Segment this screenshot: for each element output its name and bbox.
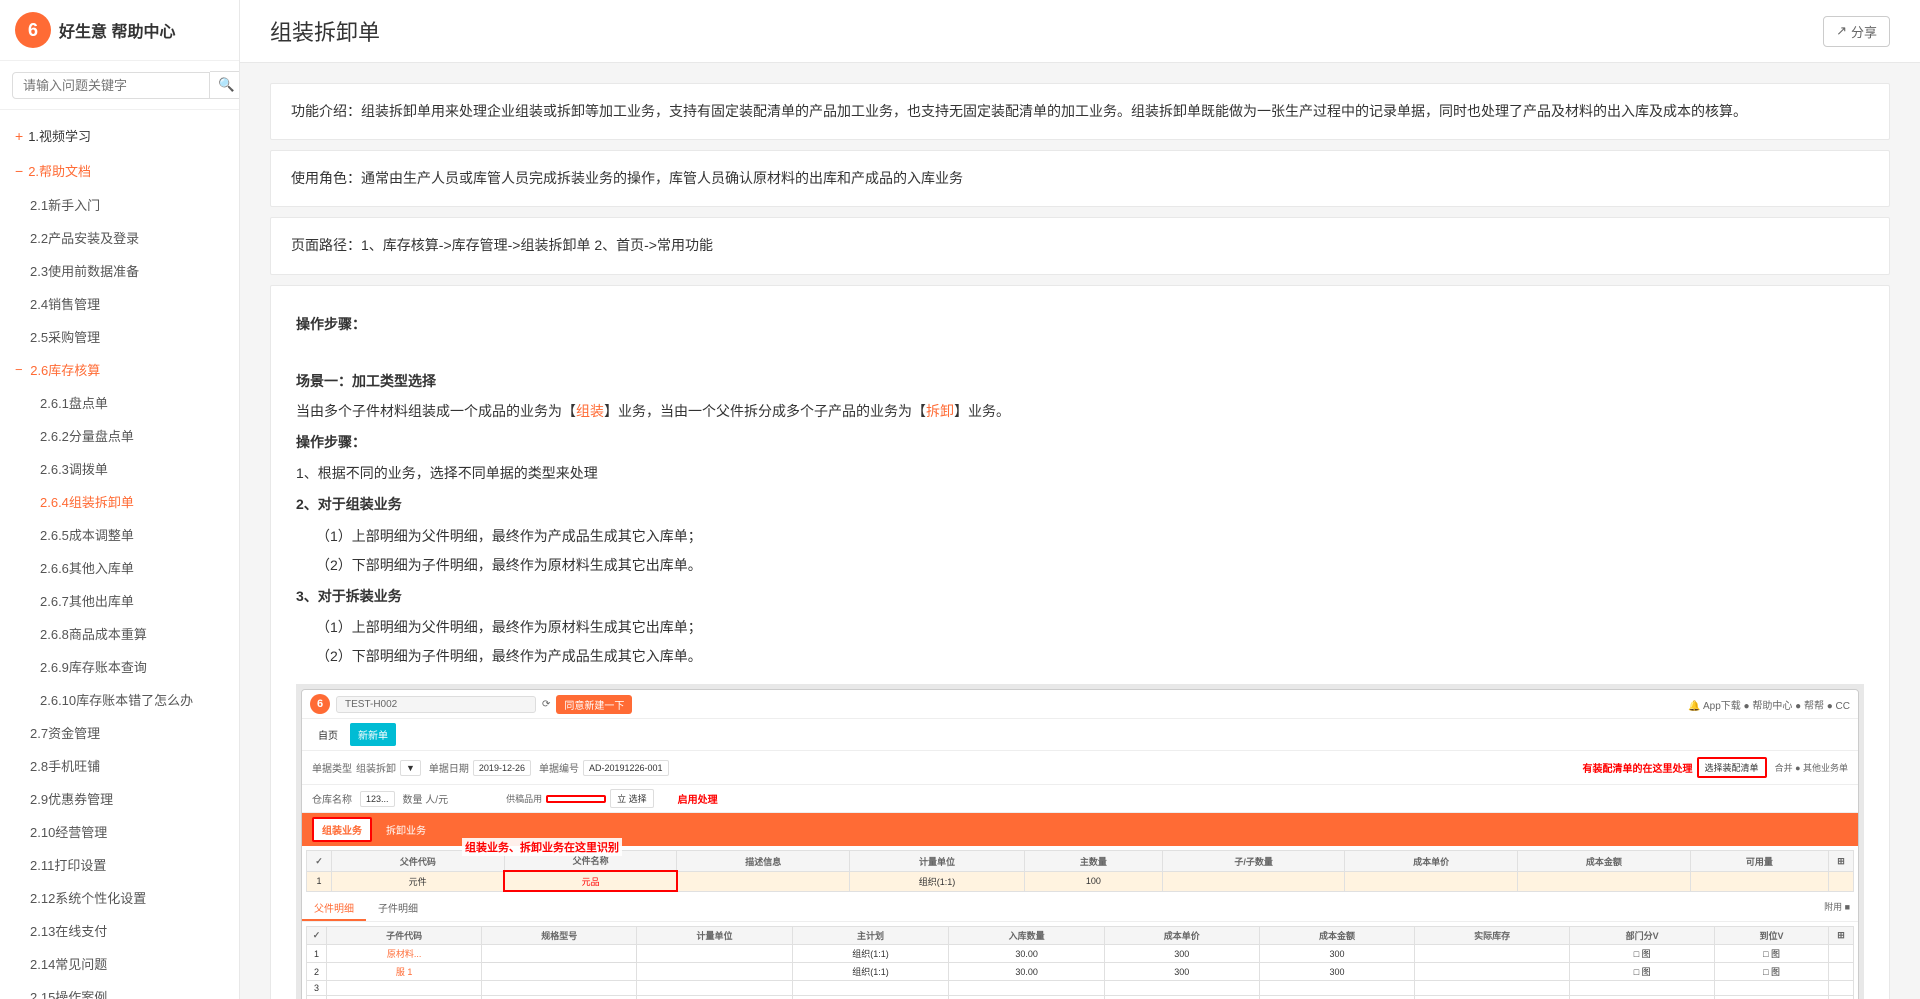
sidebar-item-custom[interactable]: 2.12系统个性化设置: [0, 881, 239, 914]
sidebar-item-install[interactable]: 2.2产品安装及登录: [0, 221, 239, 254]
ss-nav-new[interactable]: 新新单: [350, 723, 396, 746]
sidebar-item-coupon[interactable]: 2.9优惠券管理: [0, 782, 239, 815]
screenshot-container: 6 TEST-H002 ⟳ 同意新建一下 🔔 App下载 ● 帮助中心 ● 帮帮…: [296, 684, 1864, 999]
search-button[interactable]: 🔍: [210, 71, 240, 99]
annotation-type: 组装业务、拆卸业务在这里识别: [462, 838, 622, 856]
ss-refresh: ⟳: [542, 699, 550, 710]
ss-sub-table-container: ✓ 子件代码 规格型号 计量单位 主计划 入库数量 成本单价 成本金额 实际库存: [302, 922, 1858, 999]
sidebar-item-other-out[interactable]: 2.6.7其他出库单: [0, 584, 239, 617]
share-icon: ↗: [1836, 23, 1847, 39]
page-title: 组装拆卸单: [270, 15, 380, 47]
sidebar-item-purchase[interactable]: 2.5采购管理: [0, 320, 239, 353]
sidebar-item-stocktake[interactable]: 2.6.1盘点单: [0, 386, 239, 419]
intro-block: 功能介绍：组装拆卸单用来处理企业组装或拆卸等加工业务，支持有固定装配清单的产品加…: [270, 83, 1890, 140]
steps-sub-label: 操作步骤：: [296, 434, 366, 450]
sidebar-item-other-in[interactable]: 2.6.6其他入库单: [0, 551, 239, 584]
main-content: 组装拆卸单 ↗ 分享 功能介绍：组装拆卸单用来处理企业组装或拆卸等加工业务，支持…: [240, 0, 1920, 999]
search-input[interactable]: [12, 72, 210, 99]
sidebar-item-assembly[interactable]: 2.6.4组装拆卸单: [0, 485, 239, 518]
sidebar-item-video[interactable]: + 1.视频学习: [0, 118, 239, 153]
path-text: 页面路径：1、库存核算->库存管理->组装拆卸单 2、首页->常用功能: [291, 237, 713, 253]
scenario1-desc: 当由多个子件材料组装成一个成品的业务为【组装】业务，当由一个父件拆分成多个子产品…: [296, 399, 1864, 424]
ss-url-bar: TEST-H002: [336, 696, 536, 713]
role-block: 使用角色：通常由生产人员或库管人员完成拆装业务的操作，库管人员确认原材料的出库和…: [270, 150, 1890, 207]
share-button[interactable]: ↗ 分享: [1823, 16, 1890, 47]
ss-tab-parent[interactable]: 父件明细: [302, 896, 366, 921]
intro-text: 功能介绍：组装拆卸单用来处理企业组装或拆卸等加工业务，支持有固定装配清单的产品加…: [291, 103, 1747, 119]
ss-nav: 自页 新新单: [302, 719, 1858, 751]
ss-disassembly-tab[interactable]: 拆卸业务: [378, 819, 434, 840]
sidebar: 6 好生意 帮助中心 🔍 + 1.视频学习 − 2.帮助文档 2.1新手入门: [0, 0, 240, 999]
steps-label: 操作步骤：: [296, 316, 366, 332]
sidebar-item-cost-recalc[interactable]: 2.6.8商品成本重算: [0, 617, 239, 650]
ss-form-date: 单据日期 2019-12-26: [429, 760, 531, 776]
step2-sub2: （2）下部明细为子件明细，最终作为原材料生成其它出库单。: [296, 553, 1864, 578]
minus-sub-icon: −: [15, 362, 23, 377]
path-block: 页面路径：1、库存核算->库存管理->组装拆卸单 2、首页->常用功能: [270, 217, 1890, 274]
annotation-bom: 有装配清单的在这里处理: [1583, 760, 1693, 775]
role-text: 使用角色：通常由生产人员或库管人员完成拆装业务的操作，库管人员确认原材料的出库和…: [291, 170, 963, 186]
search-box[interactable]: 🔍: [0, 61, 239, 110]
sidebar-item-split-stocktake[interactable]: 2.6.2分量盘点单: [0, 419, 239, 452]
ss-bottom-tabs: 父件明细 子件明细 附用 ■: [302, 896, 1858, 922]
step2-sub1: （1）上部明细为父件明细，最终作为产成品生成其它入库单；: [296, 524, 1864, 549]
ss-child-table: ✓ 子件代码 规格型号 计量单位 主计划 入库数量 成本单价 成本金额 实际库存: [306, 926, 1854, 999]
sidebar-item-inventory[interactable]: − 2.6库存核算: [0, 353, 239, 386]
sidebar-item-docs[interactable]: − 2.帮助文档: [0, 153, 239, 188]
sidebar-item-ops[interactable]: 2.10经营管理: [0, 815, 239, 848]
annotation-enable: 启用处理: [678, 791, 718, 806]
step1: 1、根据不同的业务，选择不同单据的类型来处理: [296, 461, 1864, 486]
ss-icons: 🔔 App下载 ● 帮助中心 ● 帮帮 ● CC: [1688, 697, 1850, 712]
ss-type-dropdown[interactable]: ▼: [400, 760, 421, 776]
step2-label: 2、对于组装业务: [296, 496, 402, 512]
step3-sub2: （2）下部明细为子件明细，最终作为产成品生成其它入库单。: [296, 644, 1864, 669]
ss-select-bom[interactable]: 选择装配清单: [1697, 757, 1767, 778]
ss-nav-home[interactable]: 自页: [310, 723, 346, 746]
ss-enable-field[interactable]: [546, 795, 606, 803]
ss-parent-table: ✓ 父件代码 父件名称 描述信息 计量单位 主数量 子/子数量 成本单价 成本金…: [306, 850, 1854, 892]
sidebar-item-ledger-fix[interactable]: 2.6.10库存账本错了怎么办: [0, 683, 239, 716]
nav-section-video: + 1.视频学习: [0, 118, 239, 153]
minus-icon: −: [15, 163, 23, 179]
sidebar-item-new-user[interactable]: 2.1新手入门: [0, 188, 239, 221]
sidebar-item-sales[interactable]: 2.4销售管理: [0, 287, 239, 320]
ss-tab-extra: 附用 ■: [1816, 896, 1858, 921]
app-title: 好生意 帮助中心: [59, 18, 175, 42]
ss-new-btn: 同意新建一下: [556, 695, 632, 714]
ss-assembly-tab[interactable]: 组装业务: [312, 817, 372, 842]
sidebar-item-cost-adjust[interactable]: 2.6.5成本调整单: [0, 518, 239, 551]
step3-label: 3、对于拆装业务: [296, 588, 402, 604]
ss-tab-child[interactable]: 子件明细: [366, 896, 430, 921]
ss-topbar: 6 TEST-H002 ⟳ 同意新建一下 🔔 App下载 ● 帮助中心 ● 帮帮…: [302, 690, 1858, 719]
step3-sub1: （1）上部明细为父件明细，最终作为原材料生成其它出库单；: [296, 615, 1864, 640]
ss-parent-name-field[interactable]: 元品: [582, 877, 600, 887]
ss-form-code: 单据编号 AD-20191226-001: [539, 760, 669, 776]
sidebar-item-finance[interactable]: 2.7资金管理: [0, 716, 239, 749]
ss-logo: 6: [310, 694, 330, 714]
ss-process-btn[interactable]: 立 选择: [610, 789, 654, 808]
nav-list: + 1.视频学习 − 2.帮助文档 2.1新手入门 2.2产品安装及登录 2.3…: [0, 110, 239, 999]
sidebar-item-payment[interactable]: 2.13在线支付: [0, 914, 239, 947]
sidebar-item-print[interactable]: 2.11打印设置: [0, 848, 239, 881]
scenario1-label: 场景一：加工类型选择: [296, 371, 1864, 391]
nav-section-docs: − 2.帮助文档 2.1新手入门 2.2产品安装及登录 2.3使用前数据准备 2…: [0, 153, 239, 999]
sidebar-item-transfer[interactable]: 2.6.3调拨单: [0, 452, 239, 485]
content-header: 组装拆卸单 ↗ 分享: [240, 0, 1920, 63]
plus-icon: +: [15, 128, 23, 144]
ss-form-type: 单据类型 组装拆卸 ▼: [312, 760, 421, 776]
screenshot-inner: 6 TEST-H002 ⟳ 同意新建一下 🔔 App下载 ● 帮助中心 ● 帮帮…: [301, 689, 1859, 999]
sidebar-item-mobile[interactable]: 2.8手机旺铺: [0, 749, 239, 782]
nav-sub-list-docs: 2.1新手入门 2.2产品安装及登录 2.3使用前数据准备 2.4销售管理 2.…: [0, 188, 239, 999]
sidebar-item-cases[interactable]: 2.15操作案例: [0, 980, 239, 999]
app-logo: 6: [15, 12, 51, 48]
content-body: 功能介绍：组装拆卸单用来处理企业组装或拆卸等加工业务，支持有固定装配清单的产品加…: [240, 63, 1920, 999]
steps-section: 操作步骤： 场景一：加工类型选择 当由多个子件材料组装成一个成品的业务为【组装】…: [270, 285, 1890, 999]
sidebar-header: 6 好生意 帮助中心: [0, 0, 239, 61]
sidebar-item-faq[interactable]: 2.14常见问题: [0, 947, 239, 980]
ss-type-row: 组装业务 拆卸业务 组装业务、拆卸业务在这里识别: [302, 813, 1858, 846]
sidebar-item-ledger-query[interactable]: 2.6.9库存账本查询: [0, 650, 239, 683]
sidebar-item-data-prep[interactable]: 2.3使用前数据准备: [0, 254, 239, 287]
